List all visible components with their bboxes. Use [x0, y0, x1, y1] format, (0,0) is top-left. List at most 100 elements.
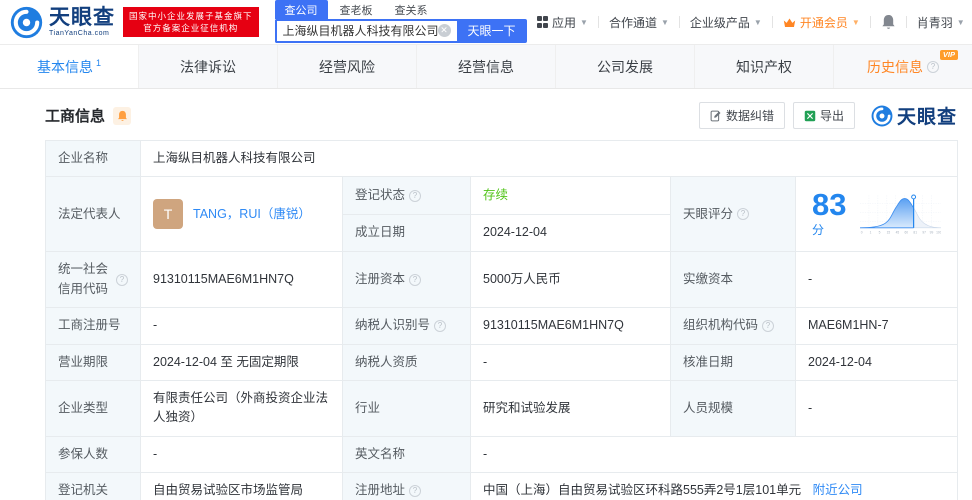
tab-basic-info[interactable]: 基本信息 1 [0, 45, 138, 88]
search-tab-company[interactable]: 查公司 [275, 0, 328, 19]
search-tab-boss[interactable]: 查老板 [330, 0, 383, 19]
chevron-down-icon: ▼ [852, 18, 860, 27]
help-icon[interactable]: ? [927, 61, 939, 73]
notification-bell-icon[interactable] [871, 14, 906, 30]
export-button[interactable]: 导出 [793, 102, 855, 129]
crown-icon [783, 17, 796, 28]
field-label-staff-size: 人员规模 [671, 380, 796, 436]
svg-text:97: 97 [922, 231, 926, 235]
vip-badge: VIP [940, 50, 958, 60]
table-row: 登记机关 自由贸易试验区市场监管局 注册地址? 中国（上海）自由贸易试验区环科路… [46, 473, 958, 500]
field-value-establish-date: 2024-12-04 [471, 214, 671, 252]
field-label-approval-date: 核准日期 [671, 344, 796, 380]
chevron-down-icon: ▼ [754, 18, 762, 27]
field-label-english-name: 英文名称 [343, 436, 471, 472]
field-label-company-type: 企业类型 [46, 380, 141, 436]
tab-legal-litigation[interactable]: 法律诉讼 [138, 45, 277, 88]
field-value-english-name: - [471, 436, 958, 472]
score-link[interactable]: 83分 [812, 189, 850, 241]
svg-text:60: 60 [904, 231, 908, 235]
tab-company-development[interactable]: 公司发展 [555, 45, 694, 88]
search-area: 查公司 查老板 查关系 ✕ 天眼一下 [275, 2, 527, 43]
help-icon[interactable]: ? [116, 274, 128, 286]
tab-history-info[interactable]: VIP 历史信息 ? [833, 45, 972, 88]
data-correction-button[interactable]: 数据纠错 [699, 102, 785, 129]
chevron-down-icon: ▼ [957, 18, 965, 27]
score-distribution-chart[interactable]: 0 1 5 15 45 60 81 97 99 100 [860, 187, 941, 241]
field-label-reg-number: 工商注册号 [46, 308, 141, 344]
logo-subtitle: TianYanCha.com [49, 30, 115, 37]
user-menu[interactable]: 肖青羽 ▼ [907, 14, 972, 31]
svg-text:45: 45 [895, 231, 899, 235]
menu-item-vip[interactable]: 开通会员 ▼ [773, 14, 870, 31]
search-input[interactable] [283, 24, 438, 38]
eye-logo-icon [871, 105, 893, 127]
help-icon[interactable]: ? [434, 320, 446, 332]
search-tab-relation[interactable]: 查关系 [385, 0, 438, 19]
tab-count-badge: 1 [96, 58, 101, 68]
tab-operational-risk[interactable]: 经营风险 [277, 45, 416, 88]
correction-icon [710, 110, 722, 122]
menu-item-cooperation[interactable]: 合作通道 ▼ [599, 14, 679, 31]
table-row: 营业期限 2024-12-04 至 无固定期限 纳税人资质 - 核准日期 202… [46, 344, 958, 380]
table-row: 企业类型 有限责任公司（外商投资企业法人独资） 行业 研究和试验发展 人员规模 … [46, 380, 958, 436]
menu-item-apps[interactable]: 应用 ▼ [527, 14, 598, 31]
tab-intellectual-property[interactable]: 知识产权 [694, 45, 833, 88]
field-value-reg-number: - [141, 308, 343, 344]
field-label-paid-capital: 实缴资本 [671, 252, 796, 308]
field-value-industry: 研究和试验发展 [471, 380, 671, 436]
field-label-establish-date: 成立日期 [343, 214, 471, 252]
business-info-table: 企业名称 上海纵目机器人科技有限公司 法定代表人 T TANG，RUI（唐锐） … [45, 140, 958, 500]
field-value-reg-status: 存续 [471, 177, 671, 215]
field-value-org-code: MAE6M1HN-7 [796, 308, 958, 344]
svg-text:81: 81 [913, 231, 917, 235]
search-button[interactable]: 天眼一下 [457, 19, 527, 43]
help-icon[interactable]: ? [737, 208, 749, 220]
table-row: 工商注册号 - 纳税人识别号? 91310115MAE6M1HN7Q 组织机构代… [46, 308, 958, 344]
help-icon[interactable]: ? [409, 485, 421, 497]
nearby-companies-link[interactable]: 附近公司 [813, 483, 863, 497]
export-excel-icon [804, 110, 816, 122]
eye-logo-icon [10, 6, 43, 39]
help-icon[interactable]: ? [762, 320, 774, 332]
help-icon[interactable]: ? [409, 190, 421, 202]
field-value-reg-address: 中国（上海）自由贸易试验区环科路555弄2号1层101单元 附近公司 [471, 473, 958, 500]
svg-text:0: 0 [860, 231, 862, 235]
tab-business-info[interactable]: 经营信息 [416, 45, 555, 88]
field-label-reg-capital: 注册资本? [343, 252, 471, 308]
field-label-business-term: 营业期限 [46, 344, 141, 380]
logo-title: 天眼查 [49, 7, 115, 28]
legal-rep-link[interactable]: TANG，RUI（唐锐） [193, 205, 311, 224]
field-value-taxpayer-id: 91310115MAE6M1HN7Q [471, 308, 671, 344]
field-value-score: 83分 [796, 177, 958, 252]
field-label-reg-status: 登记状态? [343, 177, 471, 215]
chevron-down-icon: ▼ [580, 18, 588, 27]
svg-text:1: 1 [869, 231, 871, 235]
clear-search-icon[interactable]: ✕ [438, 24, 451, 37]
field-value-company-name: 上海纵目机器人科技有限公司 [141, 141, 958, 177]
top-menu: 应用 ▼ 合作通道 ▼ 企业级产品 ▼ 开通会员 ▼ [527, 14, 972, 31]
svg-text:100: 100 [936, 231, 941, 235]
subscribe-bell-icon[interactable] [113, 107, 131, 125]
avatar[interactable]: T [153, 199, 183, 229]
table-row: 企业名称 上海纵目机器人科技有限公司 [46, 141, 958, 177]
table-row: 统一社会信用代码? 91310115MAE6M1HN7Q 注册资本? 5000万… [46, 252, 958, 308]
official-credit-badge: 国家中小企业发展子基金旗下 官方备案企业征信机构 [123, 7, 259, 38]
field-value-reg-capital: 5000万人民币 [471, 252, 671, 308]
svg-text:15: 15 [886, 231, 890, 235]
svg-text:99: 99 [929, 231, 933, 235]
top-header: 天眼查 TianYanCha.com 国家中小企业发展子基金旗下 官方备案企业征… [0, 0, 972, 45]
score-value: 83 [812, 187, 846, 222]
table-row: 参保人数 - 英文名称 - [46, 436, 958, 472]
field-label-company-name: 企业名称 [46, 141, 141, 177]
field-value-paid-capital: - [796, 252, 958, 308]
field-value-reg-authority: 自由贸易试验区市场监管局 [141, 473, 343, 500]
help-icon[interactable]: ? [409, 274, 421, 286]
chevron-down-icon: ▼ [661, 18, 669, 27]
business-info-section-head: 工商信息 数据纠错 导出 天眼查 [0, 89, 972, 138]
status-badge: 存续 [483, 188, 508, 202]
menu-item-enterprise[interactable]: 企业级产品 ▼ [680, 14, 772, 31]
username: 肖青羽 [917, 14, 953, 31]
table-row: 法定代表人 T TANG，RUI（唐锐） 登记状态? 存续 天眼评分? 83分 [46, 177, 958, 215]
tianyancha-logo[interactable]: 天眼查 TianYanCha.com [10, 6, 115, 39]
